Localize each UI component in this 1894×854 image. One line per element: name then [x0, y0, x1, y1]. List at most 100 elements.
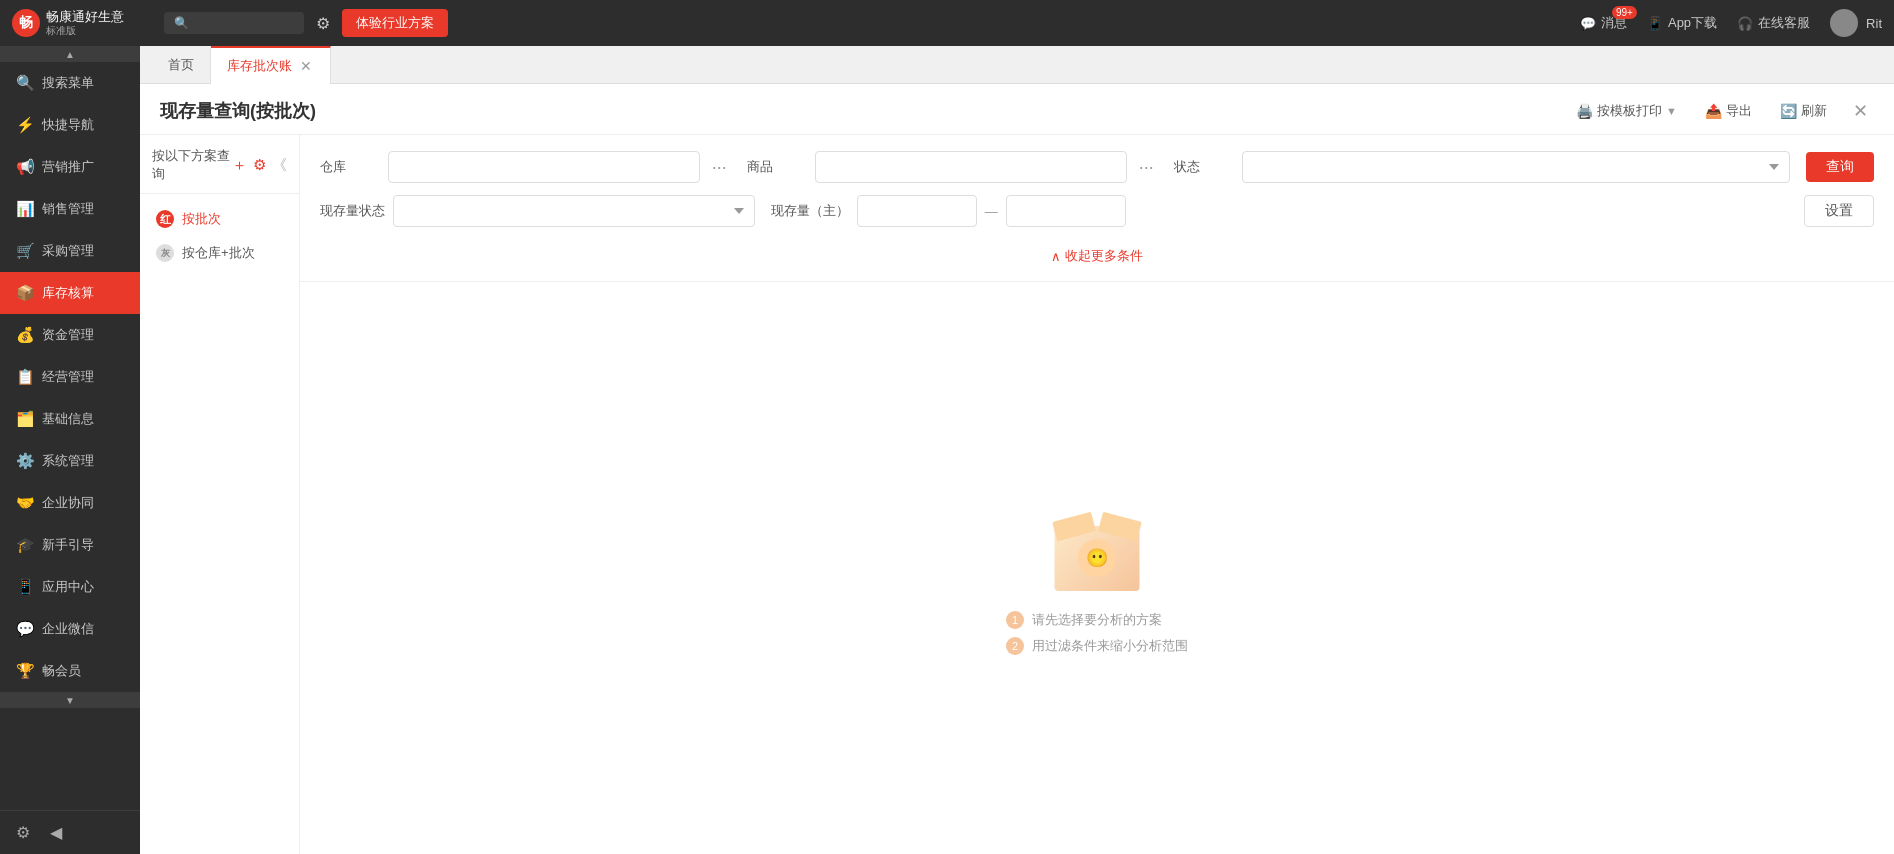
tab-batch[interactable]: 库存批次账 ✕ — [211, 46, 331, 84]
sidebar-item-newbie[interactable]: 🎓 新手引导 — [0, 524, 140, 566]
warehouse-dots[interactable]: ··· — [708, 157, 731, 178]
empty-hint-1: 1 请先选择要分析的方案 — [1006, 611, 1188, 629]
sidebar-item-marketing[interactable]: 📢 营销推广 — [0, 146, 140, 188]
left-filter-panel: 按以下方案查询 ＋ ⚙ 《 红 按批次 灰 按仓库+批次 — [140, 135, 300, 854]
user-item[interactable]: Rit — [1830, 9, 1882, 37]
query-button[interactable]: 查询 — [1806, 152, 1874, 182]
sidebar-item-system[interactable]: ⚙️ 系统管理 — [0, 440, 140, 482]
newbie-icon: 🎓 — [16, 536, 34, 554]
sidebar-settings-icon[interactable]: ⚙ — [16, 823, 30, 842]
sidebar-scroll-down[interactable]: ▼ — [0, 692, 140, 708]
empty-hints: 1 请先选择要分析的方案 2 用过滤条件来缩小分析范围 — [1006, 611, 1188, 655]
warehouse-field: 仓库 ··· — [320, 151, 731, 183]
filter-item-warehouse-batch-label: 按仓库+批次 — [182, 244, 255, 262]
sidebar-item-enterprise[interactable]: 🤝 企业协同 — [0, 482, 140, 524]
sidebar-item-search[interactable]: 🔍 搜索菜单 — [0, 62, 140, 104]
sidebar-item-wechat[interactable]: 💬 企业微信 — [0, 608, 140, 650]
qty-label: 现存量（主） — [771, 202, 849, 220]
filter-item-warehouse-batch[interactable]: 灰 按仓库+批次 — [140, 236, 299, 270]
system-icon: ⚙️ — [16, 452, 34, 470]
print-button[interactable]: 🖨️ 按模板打印 ▼ — [1568, 98, 1685, 124]
content-body: 按以下方案查询 ＋ ⚙ 《 红 按批次 灰 按仓库+批次 — [140, 135, 1894, 854]
print-icon: 🖨️ — [1576, 103, 1593, 119]
export-button[interactable]: 📤 导出 — [1697, 98, 1760, 124]
add-scheme-icon[interactable]: ＋ — [232, 156, 247, 175]
basic-icon: 🗂️ — [16, 410, 34, 428]
warehouse-input[interactable] — [388, 151, 700, 183]
logo-area: 畅 畅康通好生意 标准版 — [12, 9, 152, 37]
sales-icon: 📊 — [16, 200, 34, 218]
sidebar-item-app-center[interactable]: 📱 应用中心 — [0, 566, 140, 608]
status-select[interactable] — [1242, 151, 1790, 183]
marketing-icon: 📢 — [16, 158, 34, 176]
inventory-status-select[interactable] — [393, 195, 755, 227]
empty-hint-2: 2 用过滤条件来缩小分析范围 — [1006, 637, 1188, 655]
page-close-button[interactable]: ✕ — [1847, 98, 1874, 124]
inventory-status-field: 现存量状态 — [320, 195, 755, 227]
print-dropdown-icon: ▼ — [1666, 105, 1677, 117]
search-menu-icon: 🔍 — [16, 74, 34, 92]
sidebar-item-label-operations: 经营管理 — [42, 368, 94, 386]
refresh-icon: 🔄 — [1780, 103, 1797, 119]
batch-scheme-icon: 红 — [156, 210, 174, 228]
sidebar-item-inventory[interactable]: 📦 库存核算 — [0, 272, 140, 314]
enterprise-icon: 🤝 — [16, 494, 34, 512]
inventory-icon: 📦 — [16, 284, 34, 302]
tab-home-label: 首页 — [168, 56, 194, 74]
filter-row-1: 仓库 ··· 商品 ··· 状态 — [320, 151, 1874, 183]
collapse-more[interactable]: ∧ 收起更多条件 — [320, 239, 1874, 265]
settings-area: 设置 — [1222, 195, 1874, 227]
tab-bar: 首页 库存批次账 ✕ — [140, 46, 1894, 84]
app-download-item[interactable]: 📱 App下载 — [1647, 14, 1717, 32]
sidebar-item-purchase[interactable]: 🛒 采购管理 — [0, 230, 140, 272]
message-icon: 💬 — [1580, 16, 1596, 31]
sidebar-item-member[interactable]: 🏆 畅会员 — [0, 650, 140, 692]
qty-min-input[interactable] — [857, 195, 977, 227]
sidebar-item-finance[interactable]: 💰 资金管理 — [0, 314, 140, 356]
sidebar-item-label-app-center: 应用中心 — [42, 578, 94, 596]
top-header: 畅 畅康通好生意 标准版 🔍 ⚙ 体验行业方案 💬 消息 99+ 📱 App下载… — [0, 0, 1894, 46]
experience-button[interactable]: 体验行业方案 — [342, 9, 448, 37]
sidebar-item-shortcut[interactable]: ⚡ 快捷导航 — [0, 104, 140, 146]
filter-row-2: 现存量状态 现存量（主） — — [320, 195, 1874, 227]
scheme-settings-icon[interactable]: ⚙ — [253, 156, 266, 175]
left-filter-header: 按以下方案查询 ＋ ⚙ 《 — [140, 147, 299, 194]
qty-max-input[interactable] — [1006, 195, 1126, 227]
sidebar-collapse-icon[interactable]: ◀ — [50, 823, 62, 842]
product-label: 商品 — [747, 158, 807, 176]
status-label: 状态 — [1174, 158, 1234, 176]
sidebar-item-label-inventory: 库存核算 — [42, 284, 94, 302]
empty-state: 😶 1 请先选择要分析的方案 2 用过滤条件来缩小分析范围 — [1006, 481, 1188, 655]
sidebar-bottom: ⚙ ◀ — [0, 810, 140, 854]
refresh-button[interactable]: 🔄 刷新 — [1772, 98, 1835, 124]
product-input[interactable] — [815, 151, 1127, 183]
sidebar-item-label-sales: 销售管理 — [42, 200, 94, 218]
purchase-icon: 🛒 — [16, 242, 34, 260]
search-input[interactable] — [195, 16, 295, 30]
sidebar-item-sales[interactable]: 📊 销售管理 — [0, 188, 140, 230]
sidebar-item-basic[interactable]: 🗂️ 基础信息 — [0, 398, 140, 440]
filter-panel: 仓库 ··· 商品 ··· 状态 — [300, 135, 1894, 282]
sidebar-item-label-member: 畅会员 — [42, 662, 81, 680]
sidebar-scroll-up[interactable]: ▲ — [0, 46, 140, 62]
sidebar-item-label-marketing: 营销推广 — [42, 158, 94, 176]
sidebar-item-operations[interactable]: 📋 经营管理 — [0, 356, 140, 398]
filter-item-batch[interactable]: 红 按批次 — [140, 202, 299, 236]
online-service-item[interactable]: 🎧 在线客服 — [1737, 14, 1810, 32]
tab-batch-close[interactable]: ✕ — [298, 59, 314, 73]
gear-button[interactable]: ⚙ — [312, 10, 334, 37]
tab-home[interactable]: 首页 — [152, 46, 211, 84]
sidebar-item-label-basic: 基础信息 — [42, 410, 94, 428]
hint-2-text: 用过滤条件来缩小分析范围 — [1032, 637, 1188, 655]
product-dots[interactable]: ··· — [1135, 157, 1158, 178]
search-box[interactable]: 🔍 — [164, 12, 304, 34]
collapse-filter-icon[interactable]: 《 — [272, 156, 287, 175]
hint-2-num: 2 — [1006, 637, 1024, 655]
messages-item[interactable]: 💬 消息 99+ — [1580, 14, 1627, 32]
app-center-icon: 📱 — [16, 578, 34, 596]
qty-field: 现存量（主） — — [771, 195, 1206, 227]
member-icon: 🏆 — [16, 662, 34, 680]
hint-1-text: 请先选择要分析的方案 — [1032, 611, 1162, 629]
box-face: 😶 — [1078, 539, 1116, 577]
settings-button[interactable]: 设置 — [1804, 195, 1874, 227]
